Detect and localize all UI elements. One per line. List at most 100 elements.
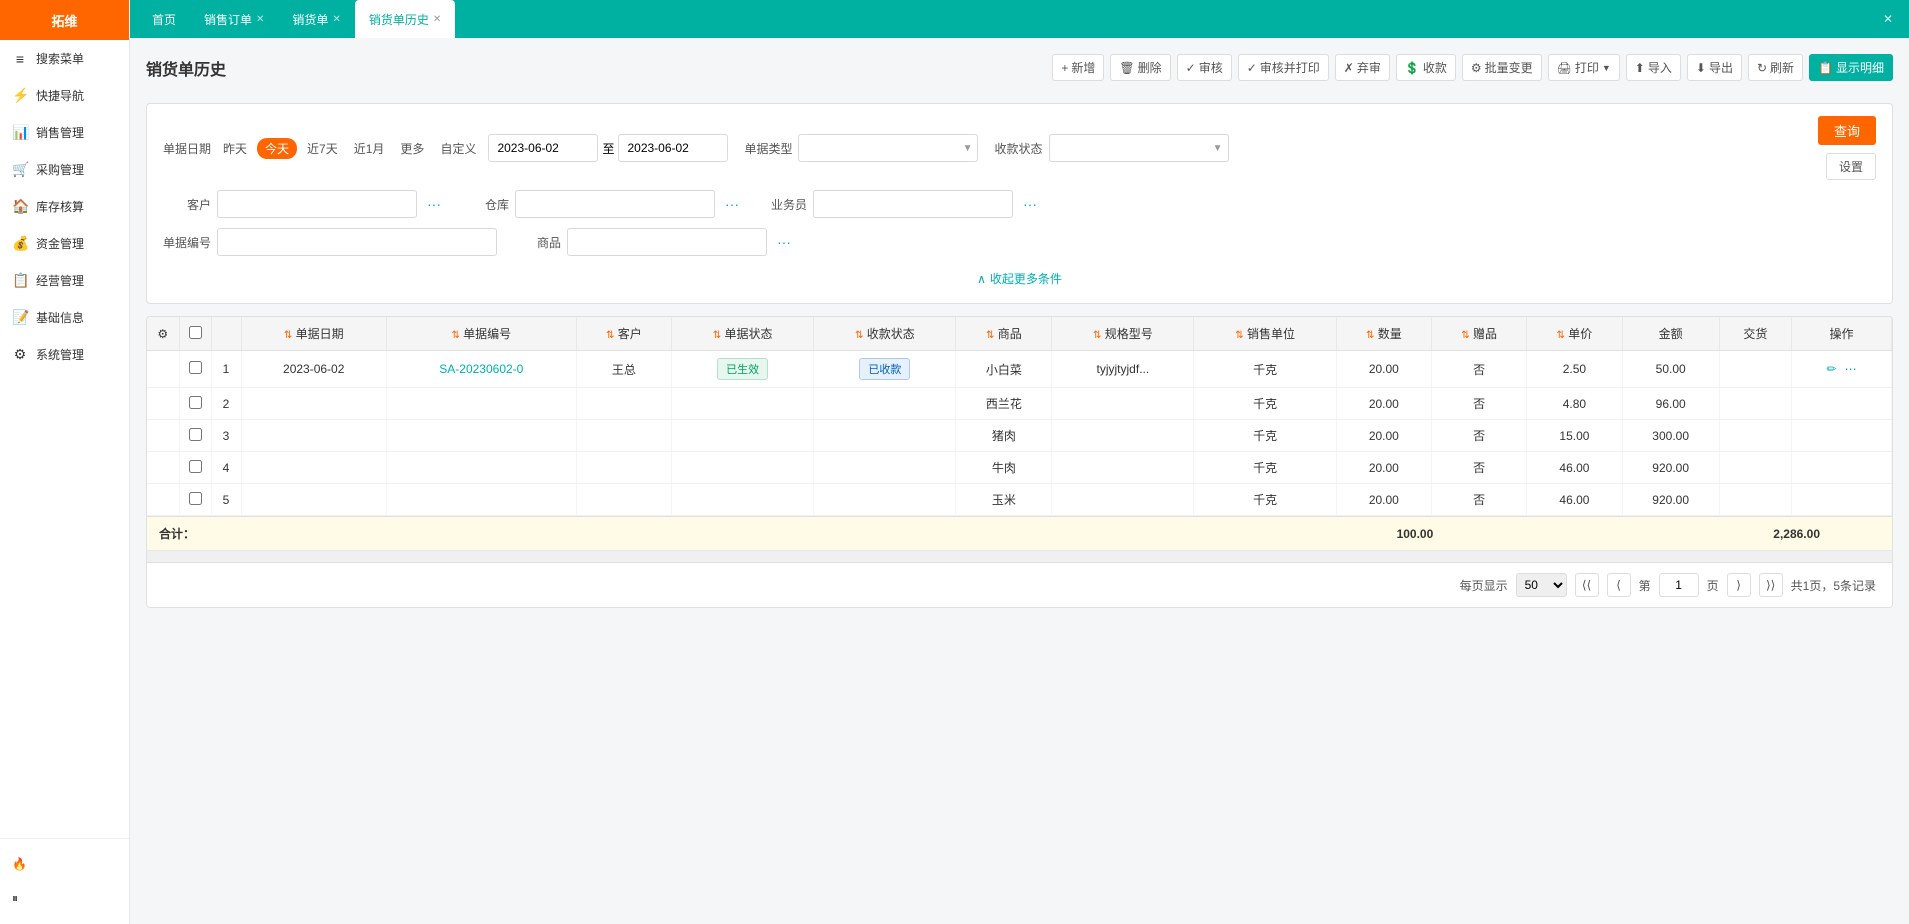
col-doc-number[interactable]: ⇅ 单据编号	[386, 317, 576, 351]
refresh-button[interactable]: ↻ 刷新	[1748, 54, 1803, 81]
col-spec[interactable]: ⇅ 规格型号	[1052, 317, 1194, 351]
cell-doc-number[interactable]	[386, 388, 576, 420]
sidebar-item-inventory-calc[interactable]: 🏠 库存核算	[0, 188, 129, 225]
first-page-btn[interactable]: ⟨⟨	[1575, 573, 1599, 597]
table-row[interactable]: 2 西兰花 千克 20.00 否 4.80 96.00	[147, 388, 1892, 420]
preset-custom[interactable]: 自定义	[434, 138, 482, 159]
close-all-tabs[interactable]: ✕	[1875, 12, 1901, 26]
cell-checkbox[interactable]	[179, 351, 211, 388]
payment-status-select[interactable]	[1049, 134, 1229, 162]
cell-checkbox[interactable]	[179, 484, 211, 516]
row-checkbox[interactable]	[189, 428, 202, 441]
cell-doc-number[interactable]	[386, 484, 576, 516]
page-size-select[interactable]: 20 50 100	[1516, 573, 1567, 597]
next-page-btn[interactable]: ⟩	[1727, 573, 1751, 597]
tab-close-sales-history[interactable]: ✕	[433, 14, 441, 25]
col-customer[interactable]: ⇅ 客户	[576, 317, 671, 351]
sidebar-item-ops-mgmt[interactable]: 📋 经营管理	[0, 262, 129, 299]
warehouse-dots-btn[interactable]: ···	[721, 196, 743, 212]
doc-type-select[interactable]	[798, 134, 978, 162]
tab-close-sales-order[interactable]: ✕	[256, 14, 264, 25]
collapse-filter-btn[interactable]: ∧ 收起更多条件	[163, 266, 1876, 291]
warehouse-input[interactable]	[515, 190, 715, 218]
sidebar-item-basic-info[interactable]: 📝 基础信息	[0, 299, 129, 336]
batch-change-button[interactable]: ⚙ 批量变更	[1462, 54, 1542, 81]
sidebar-item-purchase-mgmt[interactable]: 🛒 采购管理	[0, 151, 129, 188]
edit-btn[interactable]: ✏	[1823, 362, 1841, 376]
cell-unit-price: 4.80	[1527, 388, 1622, 420]
cell-checkbox[interactable]	[179, 420, 211, 452]
tab-home[interactable]: 首页	[138, 0, 190, 38]
last-page-btn[interactable]: ⟩⟩	[1759, 573, 1783, 597]
table-row[interactable]: 5 玉米 千克 20.00 否 46.00 920.00	[147, 484, 1892, 516]
sidebar-bottom-btn2[interactable]: ⏸	[0, 881, 129, 916]
sidebar-item-search-menu[interactable]: ≡ 搜索菜单	[0, 40, 129, 77]
table-row[interactable]: 3 猪肉 千克 20.00 否 15.00 300.00	[147, 420, 1892, 452]
delete-button[interactable]: 🗑 删除	[1110, 54, 1170, 81]
date-from-input[interactable]	[488, 134, 598, 162]
col-gift[interactable]: ⇅ 赠品	[1431, 317, 1526, 351]
cell-doc-number[interactable]: SA-20230602-0	[386, 351, 576, 388]
row-checkbox[interactable]	[189, 460, 202, 473]
prev-page-btn[interactable]: ⟨	[1607, 573, 1631, 597]
sidebar-item-sys-mgmt[interactable]: ⚙ 系统管理	[0, 336, 129, 373]
row-checkbox[interactable]	[189, 396, 202, 409]
cell-doc-number[interactable]	[386, 420, 576, 452]
print-button[interactable]: 🖨 打印 ▼	[1548, 54, 1620, 81]
import-button[interactable]: ⬆ 导入	[1626, 54, 1681, 81]
select-all-checkbox[interactable]	[189, 326, 202, 339]
product-input[interactable]	[567, 228, 767, 256]
col-unit[interactable]: ⇅ 销售单位	[1194, 317, 1336, 351]
tab-sales-history[interactable]: 销货单历史 ✕	[355, 0, 455, 38]
collect-button[interactable]: 💲 收款	[1396, 54, 1456, 81]
audit-print-button[interactable]: ✓ 审核并打印	[1238, 54, 1329, 81]
col-quantity[interactable]: ⇅ 数量	[1336, 317, 1431, 351]
query-button[interactable]: 查询	[1818, 116, 1876, 145]
page-number-input[interactable]	[1659, 573, 1699, 597]
col-product[interactable]: ⇅ 商品	[956, 317, 1052, 351]
doc-number-input[interactable]	[217, 228, 497, 256]
salesperson-dots-btn[interactable]: ···	[1019, 196, 1041, 212]
more-btn[interactable]: ⋯	[1841, 362, 1861, 376]
sidebar-item-quick-nav[interactable]: ⚡ 快捷导航	[0, 77, 129, 114]
col-doc-date[interactable]: ⇅ 单据日期	[241, 317, 386, 351]
show-detail-button[interactable]: 📋 显示明细	[1809, 54, 1893, 81]
col-gear[interactable]: ⚙	[147, 317, 179, 351]
preset-today[interactable]: 今天	[257, 138, 297, 159]
product-dots-btn[interactable]: ···	[773, 234, 795, 250]
col-checkbox[interactable]	[179, 317, 211, 351]
tab-sales-delivery[interactable]: 销货单 ✕	[278, 0, 354, 38]
cell-checkbox[interactable]	[179, 388, 211, 420]
audit-button[interactable]: ✓ 审核	[1177, 54, 1232, 81]
preset-more[interactable]: 更多	[394, 138, 430, 159]
export-button[interactable]: ⬇ 导出	[1687, 54, 1742, 81]
date-to-input[interactable]	[618, 134, 728, 162]
sidebar-item-sales-mgmt[interactable]: 📊 销售管理	[0, 114, 129, 151]
col-unit-price[interactable]: ⇅ 单价	[1527, 317, 1622, 351]
col-payment-status[interactable]: ⇅ 收款状态	[814, 317, 956, 351]
sort-icon7: ⇅	[1093, 330, 1101, 341]
col-doc-status[interactable]: ⇅ 单据状态	[672, 317, 814, 351]
abandon-button[interactable]: ✗ 弃审	[1335, 54, 1390, 81]
salesperson-input[interactable]	[813, 190, 1013, 218]
setting-button[interactable]: 设置	[1826, 153, 1876, 180]
tab-sales-order[interactable]: 销售订单 ✕	[190, 0, 278, 38]
table-row[interactable]: 1 2023-06-02 SA-20230602-0 王总 已生效 已收款 小白…	[147, 351, 1892, 388]
preset-1month[interactable]: 近1月	[348, 138, 391, 159]
sidebar-item-fund-mgmt[interactable]: 💰 资金管理	[0, 225, 129, 262]
customer-input[interactable]	[217, 190, 417, 218]
filter-warehouse-item: 仓库 ···	[461, 190, 743, 218]
cell-checkbox[interactable]	[179, 452, 211, 484]
preset-7days[interactable]: 近7天	[301, 138, 344, 159]
tab-close-sales-delivery[interactable]: ✕	[332, 14, 340, 25]
customer-dots-btn[interactable]: ···	[423, 196, 445, 212]
table-row[interactable]: 4 牛肉 千克 20.00 否 46.00 920.00	[147, 452, 1892, 484]
horizontal-scrollbar[interactable]	[147, 550, 1892, 562]
row-checkbox[interactable]	[189, 361, 202, 374]
new-button[interactable]: + 新增	[1052, 54, 1104, 81]
sidebar-bottom-btn1[interactable]: 🔥	[0, 847, 129, 881]
cell-amount: 920.00	[1622, 452, 1719, 484]
row-checkbox[interactable]	[189, 492, 202, 505]
cell-doc-number[interactable]	[386, 452, 576, 484]
preset-yesterday[interactable]: 昨天	[217, 138, 253, 159]
